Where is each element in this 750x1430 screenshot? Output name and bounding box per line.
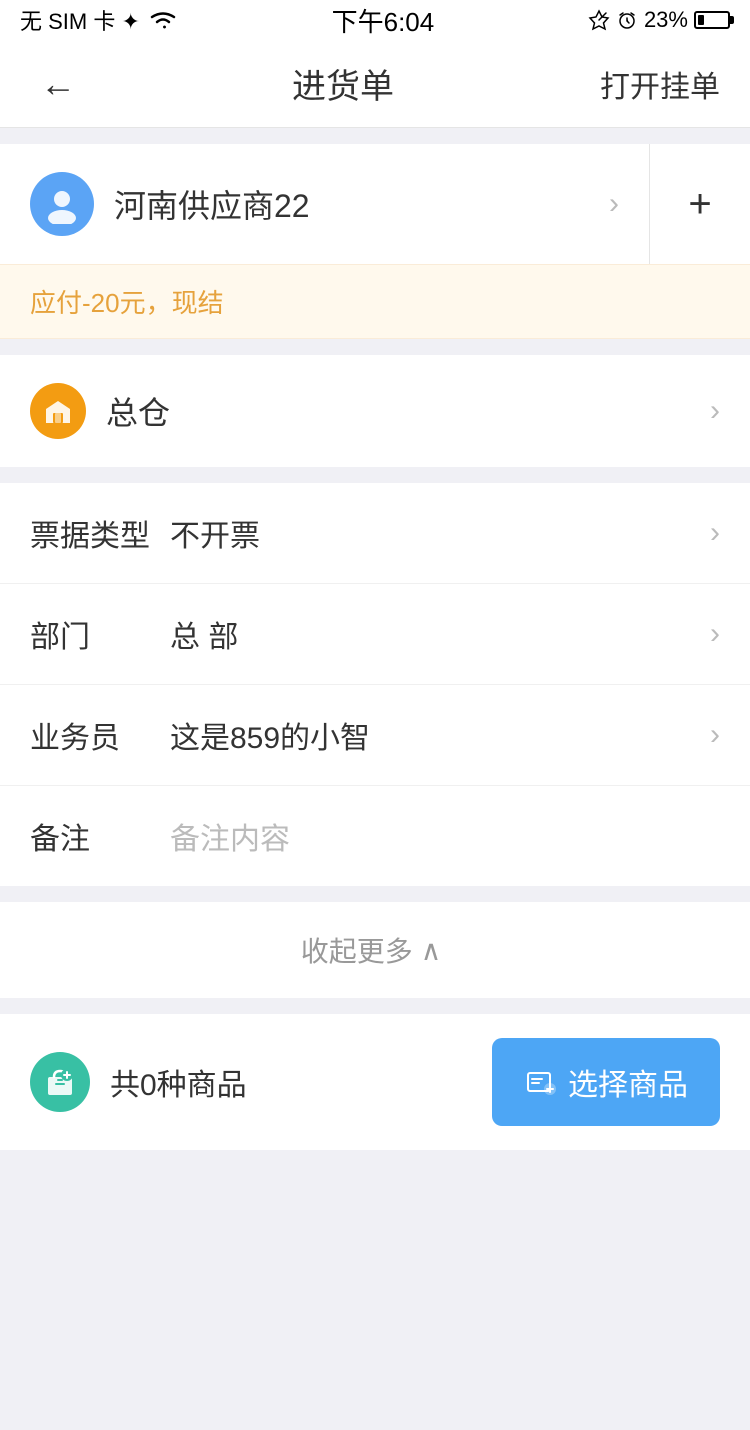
select-product-icon [524, 1065, 558, 1099]
battery-percent: 23% [644, 7, 688, 33]
invoice-value: 不开票 [170, 511, 700, 555]
warehouse-chevron-icon: › [710, 394, 720, 428]
department-label: 部门 [30, 612, 170, 656]
notice-banner: 应付-20元，现结 [0, 264, 750, 339]
add-supplier-button[interactable]: + [650, 154, 750, 255]
salesperson-label: 业务员 [30, 713, 170, 757]
add-icon: + [688, 182, 711, 227]
supplier-selector[interactable]: 河南供应商22 › [0, 144, 650, 264]
warehouse-svg-icon [42, 395, 74, 427]
select-product-label: 选择商品 [568, 1060, 688, 1104]
content: 河南供应商22 › + 应付-20元，现结 总仓 › 票据类型 不开票 › [0, 144, 750, 1430]
department-chevron-icon: › [710, 617, 720, 651]
page-title: 进货单 [292, 59, 394, 108]
department-row[interactable]: 部门 总 部 › [0, 584, 750, 685]
back-button[interactable]: ← [30, 53, 86, 115]
select-product-button[interactable]: 选择商品 [492, 1038, 720, 1126]
gray-bottom-area [0, 1150, 750, 1430]
salesperson-row[interactable]: 业务员 这是859的小智 › [0, 685, 750, 786]
supplier-avatar [30, 172, 94, 236]
status-bar: 无 SIM 卡 ✦ 下午6:04 23% [0, 0, 750, 40]
notice-text: 应付-20元，现结 [30, 288, 224, 318]
supplier-avatar-icon [42, 184, 82, 224]
location-icon [588, 9, 610, 31]
collapse-button[interactable]: 收起更多 ∧ [0, 902, 750, 998]
collapse-icon: ∧ [421, 934, 442, 967]
supplier-chevron-icon: › [609, 187, 619, 221]
remark-input[interactable]: 备注内容 [170, 814, 720, 858]
department-value: 总 部 [170, 612, 700, 656]
wifi-icon [148, 9, 178, 31]
collapse-label: 收起更多 [301, 930, 413, 970]
status-left: 无 SIM 卡 ✦ [20, 4, 178, 36]
warehouse-section[interactable]: 总仓 › [0, 355, 750, 467]
remark-row[interactable]: 备注 备注内容 [0, 786, 750, 886]
supplier-section: 河南供应商22 › + [0, 144, 750, 264]
warehouse-name: 总仓 [106, 388, 700, 434]
bottom-bar: 共0种商品 选择商品 [0, 1014, 750, 1150]
shopping-bag-icon [43, 1065, 77, 1099]
battery-icon [694, 11, 730, 29]
sim-text: 无 SIM 卡 ✦ [20, 4, 140, 36]
invoice-label: 票据类型 [30, 511, 170, 555]
salesperson-value: 这是859的小智 [170, 713, 700, 757]
product-count-icon [30, 1052, 90, 1112]
warehouse-icon [30, 383, 86, 439]
supplier-name: 河南供应商22 [114, 181, 599, 227]
invoice-row[interactable]: 票据类型 不开票 › [0, 483, 750, 584]
form-section: 票据类型 不开票 › 部门 总 部 › 业务员 这是859的小智 › 备注 备注… [0, 483, 750, 886]
open-pending-button[interactable]: 打开挂单 [600, 62, 720, 106]
salesperson-chevron-icon: › [710, 718, 720, 752]
nav-bar: ← 进货单 打开挂单 [0, 40, 750, 128]
invoice-chevron-icon: › [710, 516, 720, 550]
status-right: 23% [588, 7, 730, 33]
product-count-text: 共0种商品 [110, 1060, 472, 1104]
alarm-icon [616, 9, 638, 31]
remark-label: 备注 [30, 814, 170, 858]
status-time: 下午6:04 [332, 2, 435, 39]
